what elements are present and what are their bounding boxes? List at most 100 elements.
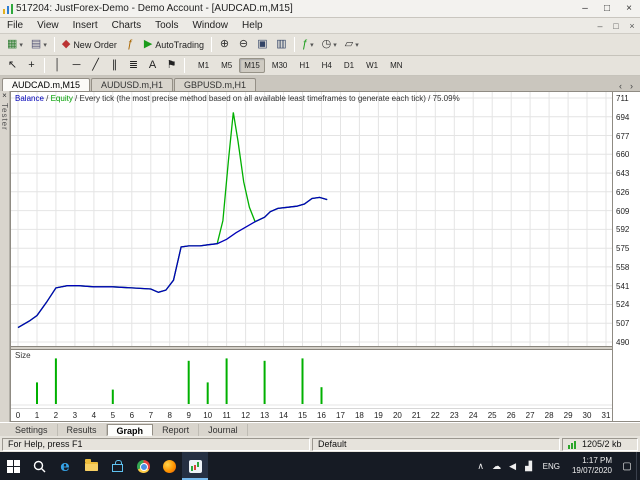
zoom-in-button[interactable]: ⊕ <box>216 36 233 54</box>
x-axis-label: 27 <box>525 411 535 420</box>
new-chart-button[interactable]: ▦ ▾ <box>4 36 26 54</box>
chevron-down-icon: ▾ <box>310 41 314 49</box>
timeframes-toolbar: M1 M5 M15 M30 H1 H4 D1 W1 MN <box>192 58 409 73</box>
timeframe-mn-button[interactable]: MN <box>385 58 407 73</box>
arrows-button[interactable]: ⚑ <box>163 57 180 75</box>
autotrading-icon: ▶ <box>143 38 153 50</box>
channel-button[interactable]: ∥ <box>106 57 123 75</box>
language-indicator[interactable]: ENG <box>537 452 566 480</box>
taskbar-clock[interactable]: 1:17 PM 19/07/2020 <box>566 452 618 480</box>
timeframe-h1-button[interactable]: H1 <box>294 58 314 73</box>
taskbar: e ∧ ☁ ◀ ▟ ENG 1:17 PM 19/07/2020 ▢ <box>0 452 640 480</box>
y-axis-label: 643 <box>616 169 630 179</box>
volume-icon[interactable]: ◀ <box>505 461 521 472</box>
x-axis-label: 18 <box>354 411 364 420</box>
tabs-scroll-right-icon[interactable]: › <box>626 81 637 91</box>
child-window-controls: – □ × <box>592 21 640 31</box>
menu-charts[interactable]: Charts <box>105 19 148 32</box>
chrome-glyph <box>136 459 150 473</box>
tester-close-icon[interactable]: × <box>2 92 7 100</box>
mt4-icon[interactable] <box>182 452 208 480</box>
status-traffic: 1205/2 kb <box>582 439 622 449</box>
child-close-button[interactable]: × <box>624 21 640 31</box>
firefox-icon[interactable] <box>156 452 182 480</box>
menu-help[interactable]: Help <box>235 19 270 32</box>
app-icon <box>0 3 16 15</box>
child-minimize-button[interactable]: – <box>592 21 608 31</box>
crosshair-button[interactable]: + <box>23 57 40 75</box>
menu-tools[interactable]: Tools <box>148 19 185 32</box>
trendline-button[interactable]: ╱ <box>87 57 104 75</box>
tester-tab-graph[interactable]: Graph <box>106 423 154 436</box>
y-axis-label: 541 <box>616 281 630 291</box>
cascade-windows-button[interactable]: ▥ <box>273 36 290 54</box>
timeframe-m5-button[interactable]: M5 <box>216 58 237 73</box>
menu-view[interactable]: View <box>30 19 66 32</box>
periods-button[interactable]: ◷ ▾ <box>319 36 340 54</box>
autotrading-button[interactable]: ▶ AutoTrading <box>141 36 207 54</box>
timeframe-w1-button[interactable]: W1 <box>361 58 383 73</box>
model-description: Every tick (the most precise method base… <box>79 94 426 103</box>
fibonacci-button[interactable]: ≣ <box>125 57 142 75</box>
mt4-bars <box>190 465 193 471</box>
search-button[interactable] <box>26 452 52 480</box>
indicators-button[interactable]: ƒ ▾ <box>299 36 317 54</box>
onedrive-icon[interactable]: ☁ <box>489 461 505 472</box>
tabs-scroll-left-icon[interactable]: ‹ <box>615 81 626 91</box>
hidden-icons-icon[interactable]: ∧ <box>473 461 489 472</box>
expert-advisors-button[interactable]: ƒ <box>122 36 139 54</box>
text-button[interactable]: A <box>144 57 161 75</box>
new-order-button-label: New Order <box>73 39 117 50</box>
tester-graph[interactable]: Balance / Equity / Every tick (the most … <box>11 92 612 346</box>
y-axis-label: 677 <box>616 131 630 141</box>
cursor-button[interactable]: ↖ <box>4 57 21 75</box>
menu-window[interactable]: Window <box>185 19 235 32</box>
size-subchart[interactable]: Size <box>11 350 612 408</box>
timeframe-m1-button[interactable]: M1 <box>193 58 214 73</box>
network-icon[interactable]: ▟ <box>521 461 537 472</box>
chart-tab-audcad[interactable]: AUDCAD.m,M15 <box>2 78 91 91</box>
tester-tab-results[interactable]: Results <box>58 423 107 436</box>
timeframe-m30-button[interactable]: M30 <box>267 58 293 73</box>
edge-icon[interactable]: e <box>52 452 78 480</box>
x-axis-label: 7 <box>148 411 154 420</box>
timeframe-h4-button[interactable]: H4 <box>317 58 337 73</box>
close-button[interactable]: × <box>618 3 640 14</box>
menu-file[interactable]: File <box>0 19 30 32</box>
child-restore-button[interactable]: □ <box>608 21 624 31</box>
tester-tab-journal[interactable]: Journal <box>199 423 248 436</box>
tester-tab-settings[interactable]: Settings <box>6 423 58 436</box>
zoom-in-icon: ⊕ <box>219 38 230 50</box>
tester-tab-report[interactable]: Report <box>153 423 200 436</box>
status-help-text: For Help, press F1 <box>2 437 310 451</box>
store-icon[interactable] <box>104 452 130 480</box>
new-order-button[interactable]: ◆ New Order <box>59 36 120 54</box>
tester-caption: Tester <box>0 103 9 131</box>
y-axis-label: 711 <box>616 94 629 103</box>
arrows-icon: ⚑ <box>166 59 177 71</box>
tile-windows-button[interactable]: ▣ <box>254 36 271 54</box>
y-axis-label: 490 <box>616 338 630 347</box>
timeframe-d1-button[interactable]: D1 <box>339 58 359 73</box>
show-desktop-button[interactable] <box>636 452 640 480</box>
size-bar <box>301 358 304 404</box>
zoom-out-button[interactable]: ⊖ <box>235 36 252 54</box>
timeframe-m15-button[interactable]: M15 <box>239 58 265 73</box>
x-axis-label: 12 <box>241 411 251 420</box>
x-axis-label: 25 <box>487 411 497 420</box>
status-profile[interactable]: Default <box>312 437 560 451</box>
vertical-line-button[interactable]: │ <box>49 57 66 75</box>
horizontal-line-button[interactable]: ─ <box>68 57 85 75</box>
start-button[interactable] <box>0 452 26 480</box>
file-explorer-icon[interactable] <box>78 452 104 480</box>
action-center-icon[interactable]: ▢ <box>618 452 636 480</box>
chart-tab-gbpusd[interactable]: GBPUSD.m,H1 <box>174 78 257 91</box>
menu-insert[interactable]: Insert <box>66 19 105 32</box>
templates-button[interactable]: ▱ ▾ <box>342 36 362 54</box>
maximize-button[interactable]: □ <box>596 3 618 14</box>
profiles-button[interactable]: ▤ ▾ <box>28 36 50 54</box>
chevron-down-icon: ▾ <box>333 41 337 49</box>
chrome-icon[interactable] <box>130 452 156 480</box>
chart-tab-audusd[interactable]: AUDUSD.m,H1 <box>91 78 174 91</box>
minimize-button[interactable]: – <box>574 3 596 14</box>
